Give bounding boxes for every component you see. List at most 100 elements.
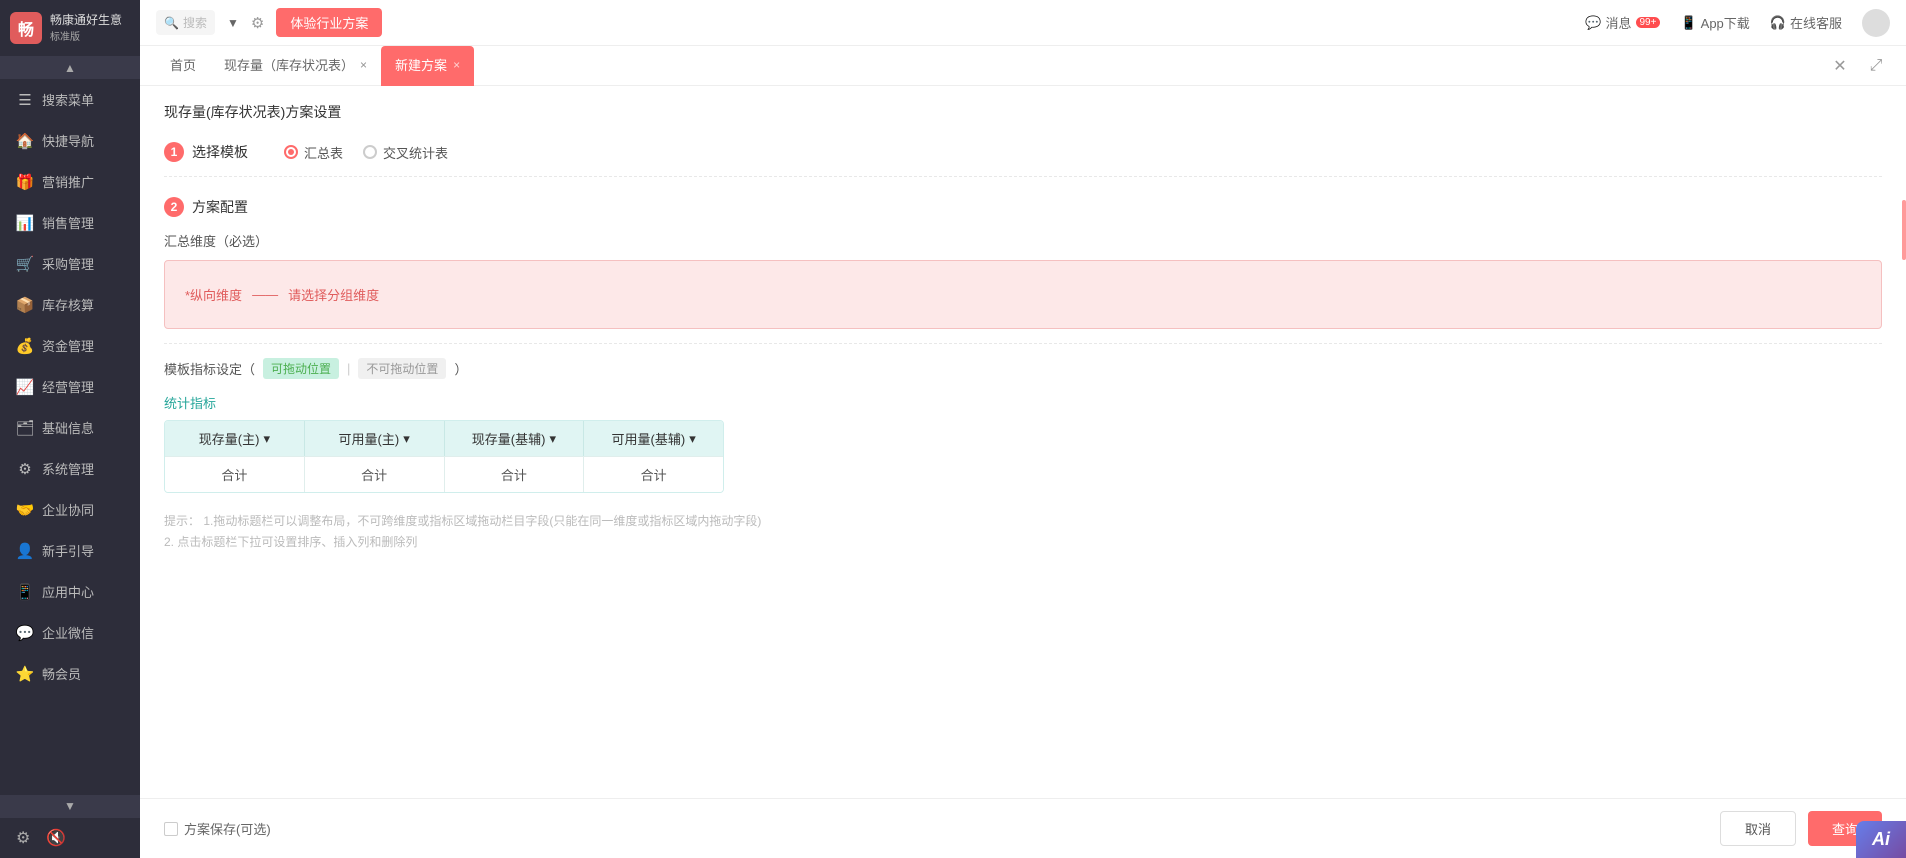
sales-icon: 📊 [16,214,34,232]
ai-badge[interactable]: Ai [1856,821,1906,858]
app-download-icon: 📱 [1680,15,1696,31]
app-download-label: App下载 [1701,13,1750,32]
sidebar-item-quick-nav[interactable]: 🏠 快捷导航 [0,120,140,161]
message-btn[interactable]: 💬 消息 99+ [1585,13,1660,32]
app-download-btn[interactable]: 📱 App下载 [1680,13,1749,32]
sidebar-item-label: 系统管理 [42,459,94,478]
right-accent-bar [1902,200,1906,260]
sidebar-item-label: 企业协同 [42,500,94,519]
member-icon: ⭐ [16,665,34,683]
chevron-down-icon-3: ▾ [549,431,556,447]
radio-summary-circle [284,145,298,159]
sidebar-item-label: 应用中心 [42,582,94,601]
section-2-num: 2 [164,197,184,217]
search-menu-icon: ☰ [16,91,34,109]
dimension-area[interactable]: *纵向维度 —— 请选择分组维度 [164,260,1882,329]
search-bar[interactable]: 🔍 搜索 [156,10,215,35]
tips-section: 提示： 1.拖动标题栏可以调整布局，不可跨维度或指标区域拖动栏目字段(只能在同一… [164,512,1882,550]
stats-col-4-body: 合计 [584,457,723,492]
stats-col-4-header[interactable]: 可用量(基辅) ▾ [584,421,723,456]
quick-nav-icon: 🏠 [16,132,34,150]
sidebar-item-label: 新手引导 [42,541,94,560]
stats-section: 统计指标 现存量(主) ▾ 可用量(主) ▾ [164,393,1882,496]
fixed-badge: 不可拖动位置 [358,358,446,379]
section-1-divider [164,176,1882,177]
tabs-right-actions: ✕ ⤢ [1826,52,1890,80]
sidebar-item-app-center[interactable]: 📱 应用中心 [0,571,140,612]
dim-placeholder: 请选择分组维度 [288,285,379,304]
sidebar-item-label: 基础信息 [42,418,94,437]
scroll-down-arrow[interactable]: ▼ [0,795,140,817]
sidebar-item-newbie[interactable]: 👤 新手引导 [0,530,140,571]
sidebar-item-search-menu[interactable]: ☰ 搜索菜单 [0,79,140,120]
chevron-down-icon-4: ▾ [689,431,696,447]
operations-icon: 📈 [16,378,34,396]
stats-col-2-body: 合计 [305,457,445,492]
save-label: 方案保存(可选) [184,819,271,838]
sidebar-item-label: 库存核算 [42,295,94,314]
topbar-dropdown[interactable]: ▼ [227,16,239,30]
stats-col-3-body: 合计 [445,457,585,492]
sidebar-item-label: 营销推广 [42,172,94,191]
radio-cross-circle [363,145,377,159]
stats-col-1-body: 合计 [165,457,305,492]
main-area: 🔍 搜索 ▼ ⚙ 体验行业方案 💬 消息 99+ 📱 App下载 🎧 在线客服 [140,0,1906,858]
tab-inventory[interactable]: 现存量（库存状况表） × [210,46,381,86]
tab-new-plan[interactable]: 新建方案 × [381,46,474,86]
tab-inventory-label: 现存量（库存状况表） [224,55,354,74]
sidebar-item-label: 经营管理 [42,377,94,396]
stats-col-1-header[interactable]: 现存量(主) ▾ [165,421,305,456]
topbar-settings-icon[interactable]: ⚙ [251,14,264,32]
section-1-title: 选择模板 [192,142,248,162]
scroll-up-arrow[interactable]: ▲ [0,57,140,79]
newbie-icon: 👤 [16,542,34,560]
sidebar: 畅 畅康通好生意 标准版 ▲ ☰ 搜索菜单 🏠 快捷导航 🎁 营销推广 📊 销售… [0,0,140,858]
sidebar-item-label: 销售管理 [42,213,94,232]
tabs-expand-btn[interactable]: ⤢ [1862,52,1890,80]
avatar[interactable] [1862,9,1890,37]
trial-btn[interactable]: 体验行业方案 [276,8,382,37]
indicator-label: 模板指标设定（ [164,359,255,378]
customer-service-btn[interactable]: 🎧 在线客服 [1770,13,1842,32]
tabs-close-btn[interactable]: ✕ [1826,52,1854,80]
radio-cross[interactable]: 交叉统计表 [363,143,448,162]
stats-col-2-header[interactable]: 可用量(主) ▾ [305,421,445,456]
tab-new-plan-close[interactable]: × [453,58,460,72]
sidebar-item-inventory[interactable]: 📦 库存核算 [0,284,140,325]
sidebar-item-sales[interactable]: 📊 销售管理 [0,202,140,243]
sidebar-item-finance[interactable]: 💰 资金管理 [0,325,140,366]
section-2-divider [164,343,1882,344]
sidebar-item-marketing[interactable]: 🎁 营销推广 [0,161,140,202]
radio-summary[interactable]: 汇总表 [284,143,343,162]
sidebar-item-purchase[interactable]: 🛒 采购管理 [0,243,140,284]
tab-inventory-close[interactable]: × [360,58,367,72]
headset-icon: 🎧 [1770,15,1786,31]
page-title: 现存量(库存状况表)方案设置 [164,102,1882,122]
section-1-num: 1 [164,142,184,162]
settings-icon[interactable]: ⚙ [16,828,30,848]
dimension-row: *纵向维度 —— 请选择分组维度 [185,285,1861,304]
topbar: 🔍 搜索 ▼ ⚙ 体验行业方案 💬 消息 99+ 📱 App下载 🎧 在线客服 [140,0,1906,46]
cancel-button[interactable]: 取消 [1720,811,1796,846]
sidebar-item-operations[interactable]: 📈 经营管理 [0,366,140,407]
sound-icon[interactable]: 🔇 [46,828,66,848]
save-checkbox[interactable] [164,822,178,836]
sidebar-item-basics[interactable]: 🗂 基础信息 [0,407,140,448]
wechat-icon: 💬 [16,624,34,642]
indicator-separator: | [347,361,350,376]
finance-icon: 💰 [16,337,34,355]
message-badge: 99+ [1636,17,1661,28]
sidebar-item-label: 企业微信 [42,623,94,642]
section-2-title: 方案配置 [192,197,248,217]
sidebar-item-wechat[interactable]: 💬 企业微信 [0,612,140,653]
sidebar-item-member[interactable]: ⭐ 畅会员 [0,653,140,694]
sidebar-item-label: 资金管理 [42,336,94,355]
sidebar-item-system[interactable]: ⚙ 系统管理 [0,448,140,489]
purchase-icon: 🛒 [16,255,34,273]
stats-col-3-header[interactable]: 现存量(基辅) ▾ [445,421,585,456]
sidebar-item-company[interactable]: 🤝 企业协同 [0,489,140,530]
inventory-icon: 📦 [16,296,34,314]
dim-vertical-label: *纵向维度 [185,285,242,304]
sidebar-logo: 畅 畅康通好生意 标准版 [0,0,140,57]
tab-home[interactable]: 首页 [156,46,210,86]
